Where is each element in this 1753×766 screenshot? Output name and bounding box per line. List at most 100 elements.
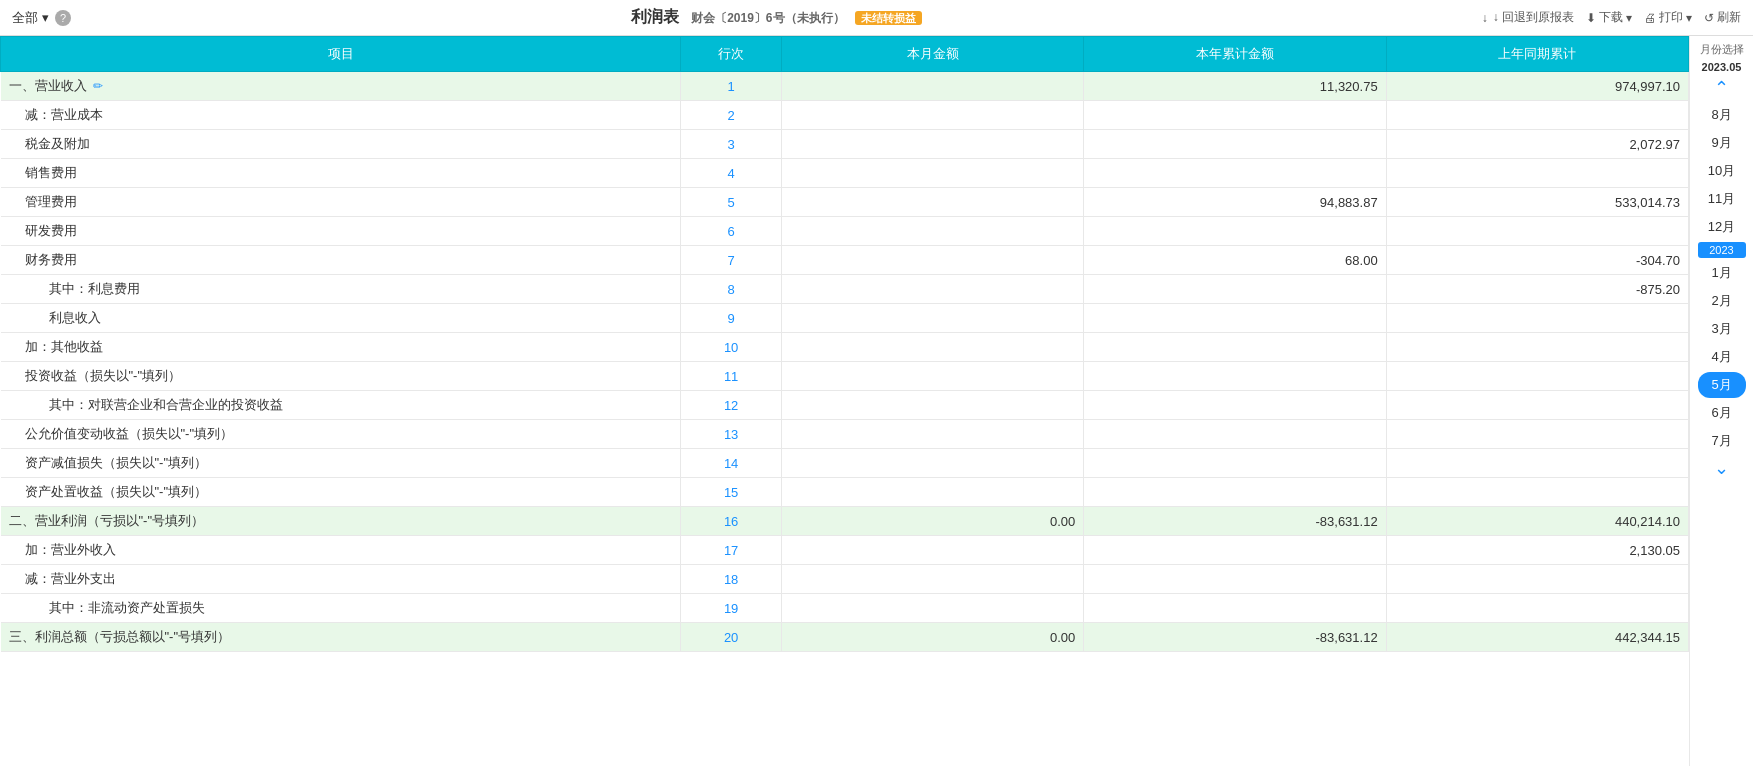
month-item-3[interactable]: 3月 xyxy=(1698,316,1746,342)
cell-row-num: 12 xyxy=(681,391,782,420)
table-row: 税金及附加32,072.97 xyxy=(1,130,1689,159)
back-icon: ↓ xyxy=(1482,11,1488,25)
header-actions: ↓ ↓ 回退到原报表 ⬇ 下载 ▾ 🖨 打印 ▾ ↺ 刷新 xyxy=(1482,9,1741,26)
scroll-down-icon[interactable]: ⌄ xyxy=(1712,455,1731,481)
cell-month xyxy=(782,362,1084,391)
cell-prev xyxy=(1386,594,1688,623)
cell-row-num: 6 xyxy=(681,217,782,246)
month-item-4[interactable]: 4月 xyxy=(1698,344,1746,370)
cell-row-num: 15 xyxy=(681,478,782,507)
cell-item: 其中：利息费用 xyxy=(1,275,681,304)
month-item-5-active[interactable]: 5月 xyxy=(1698,372,1746,398)
cell-prev: 974,997.10 xyxy=(1386,72,1688,101)
app-container: 全部 ▾ ? 利润表 财会〔2019〕6号（未执行） 未结转损益 ↓ ↓ 回退到… xyxy=(0,0,1753,766)
chevron-down-icon: ▾ xyxy=(42,10,49,25)
table-row: 减：营业外支出18 xyxy=(1,565,1689,594)
month-sidebar: 月份选择 2023.05 ⌃ 8月 9月 10月 11月 12月 2023 1月… xyxy=(1689,36,1753,766)
cell-row-num: 3 xyxy=(681,130,782,159)
cell-month xyxy=(782,275,1084,304)
scope-dropdown[interactable]: 全部 ▾ xyxy=(12,9,49,27)
back-button[interactable]: ↓ ↓ 回退到原报表 xyxy=(1482,9,1574,26)
cell-year xyxy=(1084,275,1386,304)
cell-prev xyxy=(1386,362,1688,391)
header-left: 全部 ▾ ? xyxy=(12,9,71,27)
cell-prev: 2,130.05 xyxy=(1386,536,1688,565)
cell-month xyxy=(782,594,1084,623)
month-item-8[interactable]: 8月 xyxy=(1698,102,1746,128)
cell-prev: -304.70 xyxy=(1386,246,1688,275)
table-row: 公允价值变动收益（损失以"-"填列）13 xyxy=(1,420,1689,449)
table-row: 管理费用594,883.87533,014.73 xyxy=(1,188,1689,217)
month-item-7[interactable]: 7月 xyxy=(1698,428,1746,454)
cell-prev: -875.20 xyxy=(1386,275,1688,304)
th-item: 项目 xyxy=(1,37,681,72)
table-row: 资产处置收益（损失以"-"填列）15 xyxy=(1,478,1689,507)
month-item-11[interactable]: 11月 xyxy=(1698,186,1746,212)
table-row: 一、营业收入✏111,320.75974,997.10 xyxy=(1,72,1689,101)
table-row: 研发费用6 xyxy=(1,217,1689,246)
cell-prev xyxy=(1386,449,1688,478)
main-content: 项目 行次 本月金额 本年累计金额 上年同期累计 一、营业收入✏111,320.… xyxy=(0,36,1753,766)
month-item-6[interactable]: 6月 xyxy=(1698,400,1746,426)
month-item-1[interactable]: 1月 xyxy=(1698,260,1746,286)
cell-year xyxy=(1084,101,1386,130)
table-row: 加：其他收益10 xyxy=(1,333,1689,362)
month-item-9[interactable]: 9月 xyxy=(1698,130,1746,156)
cell-month xyxy=(782,333,1084,362)
table-row: 投资收益（损失以"-"填列）11 xyxy=(1,362,1689,391)
cell-year xyxy=(1084,159,1386,188)
cell-month xyxy=(782,536,1084,565)
table-row: 资产减值损失（损失以"-"填列）14 xyxy=(1,449,1689,478)
cell-item: 公允价值变动收益（损失以"-"填列） xyxy=(1,420,681,449)
th-prev: 上年同期累计 xyxy=(1386,37,1688,72)
cell-year xyxy=(1084,391,1386,420)
cell-year xyxy=(1084,333,1386,362)
cell-item: 三、利润总额（亏损总额以"-"号填列） xyxy=(1,623,681,652)
cell-month xyxy=(782,565,1084,594)
cell-item: 研发费用 xyxy=(1,217,681,246)
cell-row-num: 20 xyxy=(681,623,782,652)
cell-item: 资产减值损失（损失以"-"填列） xyxy=(1,449,681,478)
cell-month xyxy=(782,449,1084,478)
print-button[interactable]: 🖨 打印 ▾ xyxy=(1644,9,1692,26)
table-row: 三、利润总额（亏损总额以"-"号填列）200.00-83,631.12442,3… xyxy=(1,623,1689,652)
table-area[interactable]: 项目 行次 本月金额 本年累计金额 上年同期累计 一、营业收入✏111,320.… xyxy=(0,36,1689,766)
month-item-12[interactable]: 12月 xyxy=(1698,214,1746,240)
cell-item: 加：营业外收入 xyxy=(1,536,681,565)
th-row: 行次 xyxy=(681,37,782,72)
cell-row-num: 1 xyxy=(681,72,782,101)
cell-month xyxy=(782,246,1084,275)
cell-row-num: 17 xyxy=(681,536,782,565)
cell-prev xyxy=(1386,101,1688,130)
cell-row-num: 2 xyxy=(681,101,782,130)
refresh-button[interactable]: ↺ 刷新 xyxy=(1704,9,1741,26)
cell-prev xyxy=(1386,420,1688,449)
cell-year xyxy=(1084,130,1386,159)
table-row: 其中：非流动资产处置损失19 xyxy=(1,594,1689,623)
th-month: 本月金额 xyxy=(782,37,1084,72)
edit-icon[interactable]: ✏ xyxy=(93,79,103,93)
month-item-10[interactable]: 10月 xyxy=(1698,158,1746,184)
cell-year xyxy=(1084,420,1386,449)
status-badge: 未结转损益 xyxy=(855,11,922,25)
download-button[interactable]: ⬇ 下载 ▾ xyxy=(1586,9,1632,26)
table-row: 利息收入9 xyxy=(1,304,1689,333)
cell-month xyxy=(782,304,1084,333)
cell-year: -83,631.12 xyxy=(1084,507,1386,536)
cell-month xyxy=(782,72,1084,101)
cell-year xyxy=(1084,362,1386,391)
report-title: 利润表 xyxy=(631,8,679,25)
month-item-2[interactable]: 2月 xyxy=(1698,288,1746,314)
current-year-label: 2023.05 xyxy=(1702,59,1742,75)
cell-month xyxy=(782,420,1084,449)
cell-row-num: 19 xyxy=(681,594,782,623)
cell-year: 68.00 xyxy=(1084,246,1386,275)
table-row: 加：营业外收入17 2,130.05 xyxy=(1,536,1689,565)
help-icon[interactable]: ? xyxy=(55,10,71,26)
cell-item: 减：营业成本 xyxy=(1,101,681,130)
scroll-up-icon[interactable]: ⌃ xyxy=(1712,75,1731,101)
cell-row-num: 7 xyxy=(681,246,782,275)
cell-item: 减：营业外支出 xyxy=(1,565,681,594)
cell-prev: 2,072.97 xyxy=(1386,130,1688,159)
cell-row-num: 18 xyxy=(681,565,782,594)
